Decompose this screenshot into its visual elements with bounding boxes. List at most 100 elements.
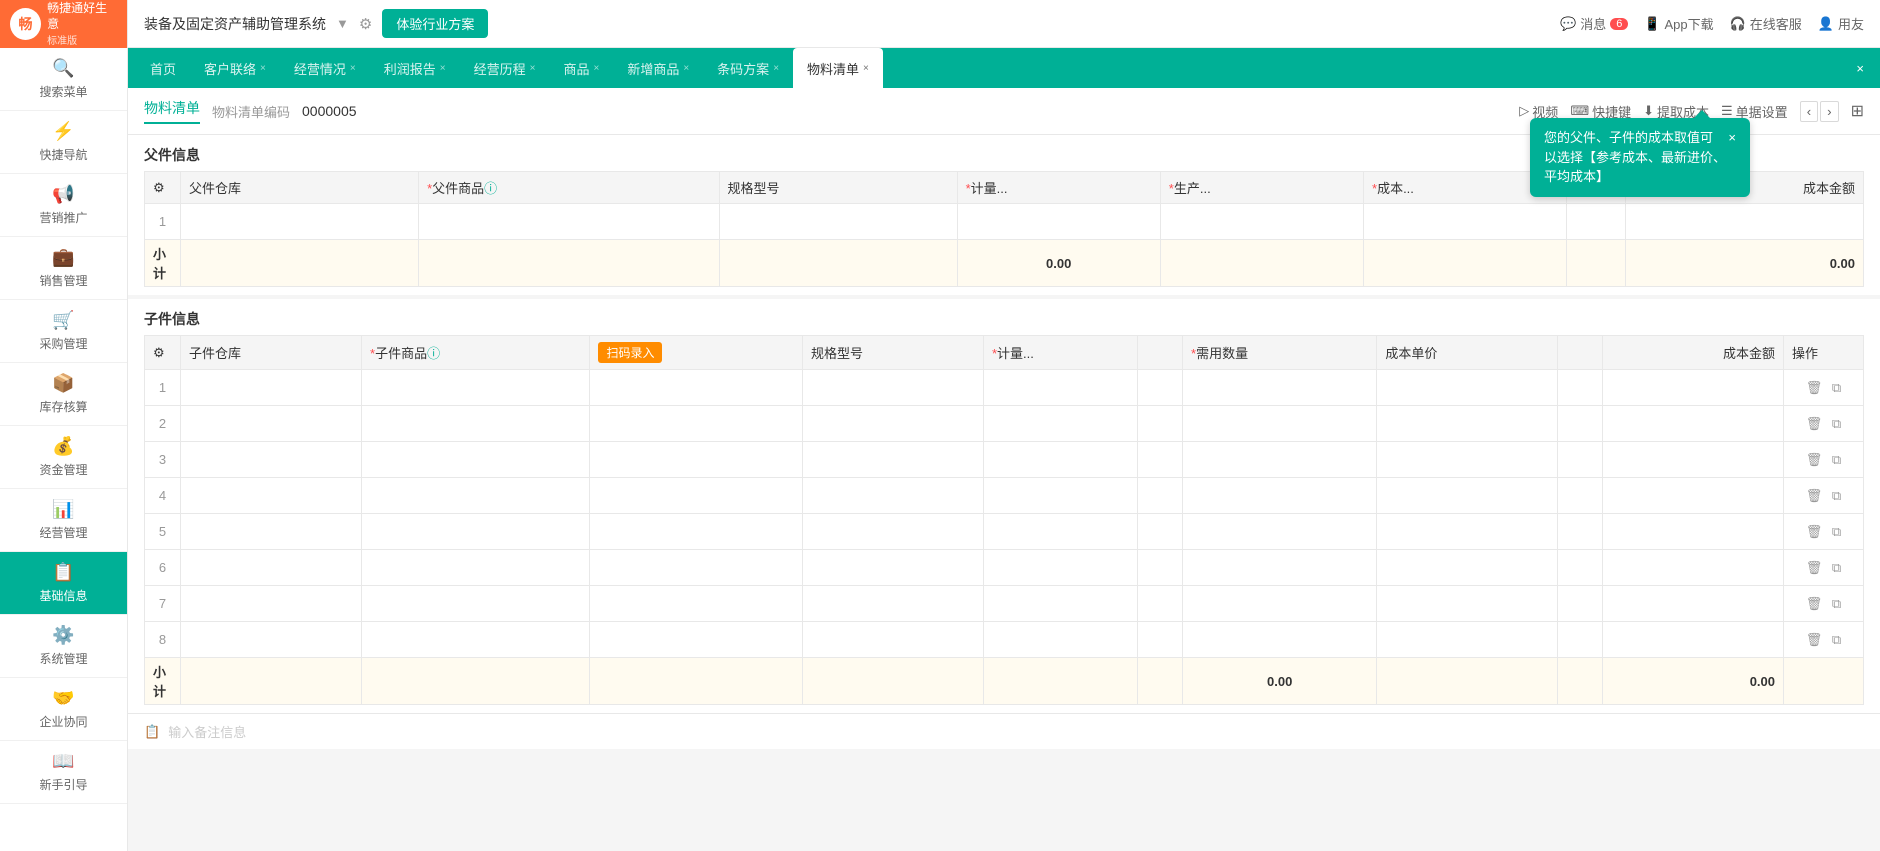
close-all-btn[interactable]: × [1848,61,1872,76]
child-row-7-spec[interactable] [802,586,983,622]
child-row-7-qty[interactable] [1183,586,1377,622]
delete-icon-3[interactable]: 🗑 [1806,452,1823,467]
child-row-6-warehouse[interactable] [181,550,362,586]
child-row-3-warehouse[interactable] [181,442,362,478]
tab-customer-close-icon[interactable]: × [260,63,266,74]
child-gear-icon[interactable]: ⚙ [153,345,165,360]
child-row-8-unit[interactable] [983,622,1138,658]
message-btn[interactable]: 💬 消息 6 [1560,14,1628,33]
tab-bom-close-icon[interactable]: × [863,63,869,74]
sidebar-item-basics[interactable]: 📋 基础信息 [0,552,127,615]
copy-icon-5[interactable]: ⧉ [1832,524,1841,539]
note-placeholder[interactable]: 输入备注信息 [168,722,246,741]
app-download-btn[interactable]: 📱 App下载 [1644,14,1713,33]
copy-icon-8[interactable]: ⧉ [1832,632,1841,647]
child-row-1-goods[interactable] [362,370,590,406]
child-row-3-spec[interactable] [802,442,983,478]
child-row-4-spec[interactable] [802,478,983,514]
child-row-5-warehouse[interactable] [181,514,362,550]
user-btn[interactable]: 👤 用友 [1818,14,1864,33]
copy-icon-3[interactable]: ⧉ [1832,452,1841,467]
grid-layout-icon[interactable]: ⊞ [1851,101,1864,121]
sidebar-item-purchase[interactable]: 🛒 采购管理 [0,300,127,363]
tab-home[interactable]: 首页 [136,48,190,88]
tab-profit[interactable]: 利润报告 × [370,48,460,88]
gear-icon[interactable]: ⚙ [153,180,165,195]
delete-icon-8[interactable]: 🗑 [1806,632,1823,647]
tab-goods-close-icon[interactable]: × [593,63,599,74]
tab-operations[interactable]: 经营情况 × [280,48,370,88]
tab-barcode[interactable]: 条码方案 × [703,48,793,88]
copy-icon-6[interactable]: ⧉ [1832,560,1841,575]
child-row-8-goods[interactable] [362,622,590,658]
child-row-5-qty[interactable] [1183,514,1377,550]
child-row-6-goods[interactable] [362,550,590,586]
child-row-4-qty[interactable] [1183,478,1377,514]
tab-barcode-close-icon[interactable]: × [773,63,779,74]
child-row-7-goods[interactable] [362,586,590,622]
tab-goods[interactable]: 商品 × [549,48,613,88]
child-row-2-spec[interactable] [802,406,983,442]
child-row-7-warehouse[interactable] [181,586,362,622]
prev-btn[interactable]: ‹ [1800,101,1818,122]
child-row-8-unit-cost[interactable] [1377,622,1558,658]
sidebar-item-marketing[interactable]: 📢 营销推广 [0,174,127,237]
sub-tab-bom[interactable]: 物料清单 [144,98,200,124]
child-row-8-qty[interactable] [1183,622,1377,658]
child-row-1-warehouse[interactable] [181,370,362,406]
child-row-1-qty[interactable] [1183,370,1377,406]
tooltip-close-btn[interactable]: × [1728,128,1736,148]
child-row-5-spec[interactable] [802,514,983,550]
child-row-7-unit-cost[interactable] [1377,586,1558,622]
sidebar-item-cooperation[interactable]: 🤝 企业协同 [0,678,127,741]
parent-row-1-prod[interactable] [1160,204,1363,240]
sidebar-item-search[interactable]: 🔍 搜索菜单 [0,48,127,111]
parent-row-1-spec[interactable] [719,204,957,240]
next-btn[interactable]: › [1820,101,1838,122]
child-row-3-unit-cost[interactable] [1377,442,1558,478]
tab-history[interactable]: 经营历程 × [460,48,550,88]
trial-btn[interactable]: 体验行业方案 [382,9,488,38]
child-row-6-qty[interactable] [1183,550,1377,586]
parent-row-1-cost[interactable] [1364,204,1567,240]
sidebar-item-system[interactable]: ⚙️ 系统管理 [0,615,127,678]
child-row-4-unit[interactable] [983,478,1138,514]
child-row-5-unit[interactable] [983,514,1138,550]
copy-icon-4[interactable]: ⧉ [1832,488,1841,503]
sidebar-item-quicknav[interactable]: ⚡ 快捷导航 [0,111,127,174]
tab-new-goods-close-icon[interactable]: × [683,63,689,74]
delete-icon-5[interactable]: 🗑 [1806,524,1823,539]
child-row-2-unit[interactable] [983,406,1138,442]
sidebar-item-guide[interactable]: 📖 新手引导 [0,741,127,804]
child-row-5-goods[interactable] [362,514,590,550]
tab-history-close-icon[interactable]: × [530,63,536,74]
delete-icon-6[interactable]: 🗑 [1806,560,1823,575]
parent-row-1-goods[interactable] [419,204,719,240]
parent-row-1-unit[interactable] [957,204,1160,240]
scan-input-btn[interactable]: 扫码录入 [598,342,662,363]
copy-icon-7[interactable]: ⧉ [1832,596,1841,611]
child-row-2-qty[interactable] [1183,406,1377,442]
tab-customer[interactable]: 客户联络 × [190,48,280,88]
child-row-4-unit-cost[interactable] [1377,478,1558,514]
child-row-5-unit-cost[interactable] [1377,514,1558,550]
parent-row-1-warehouse[interactable] [181,204,419,240]
child-row-3-unit[interactable] [983,442,1138,478]
sidebar-item-finance[interactable]: 💰 资金管理 [0,426,127,489]
child-row-2-unit-cost[interactable] [1377,406,1558,442]
delete-icon-4[interactable]: 🗑 [1806,488,1823,503]
tab-operations-close-icon[interactable]: × [350,63,356,74]
child-row-1-unit[interactable] [983,370,1138,406]
dropdown-arrow-icon[interactable]: ▼ [336,16,349,31]
child-row-1-unit-cost[interactable] [1377,370,1558,406]
sidebar-item-operations[interactable]: 📊 经营管理 [0,489,127,552]
child-row-2-warehouse[interactable] [181,406,362,442]
child-row-4-warehouse[interactable] [181,478,362,514]
online-service-btn[interactable]: 🎧 在线客服 [1730,14,1802,33]
child-row-8-spec[interactable] [802,622,983,658]
child-row-1-spec[interactable] [802,370,983,406]
settings-gear-icon[interactable]: ⚙ [359,15,372,33]
child-row-7-unit[interactable] [983,586,1138,622]
copy-icon-2[interactable]: ⧉ [1832,416,1841,431]
child-row-3-qty[interactable] [1183,442,1377,478]
